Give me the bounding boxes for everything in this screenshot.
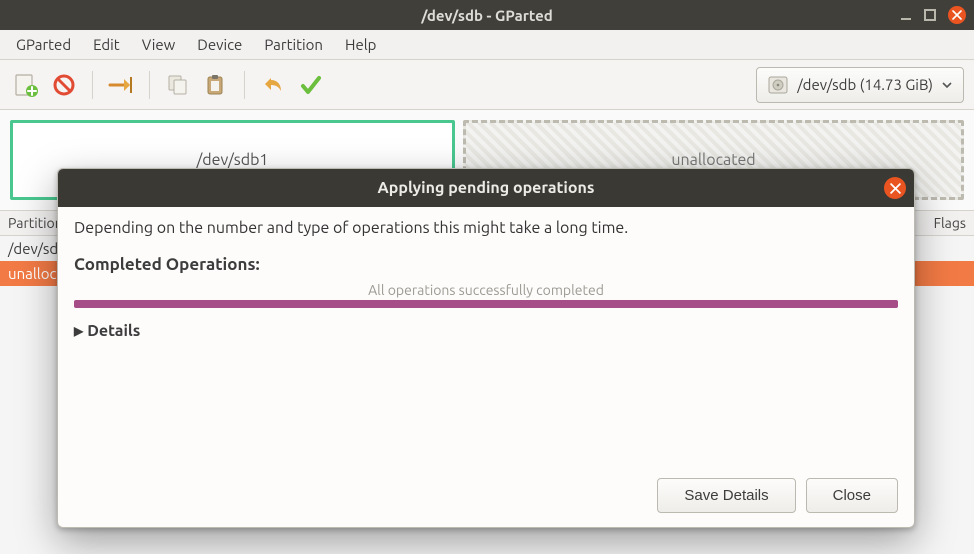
apply-operations-dialog: Applying pending operations Depending on…	[57, 168, 915, 528]
menu-bar: GParted Edit View Device Partition Help	[0, 30, 974, 60]
window-controls	[900, 6, 966, 24]
device-selector[interactable]: /dev/sdb (14.73 GiB)	[756, 67, 964, 103]
paste-icon[interactable]	[200, 69, 232, 101]
menu-partition[interactable]: Partition	[254, 32, 333, 57]
toolbar-separator	[149, 71, 150, 99]
new-partition-icon[interactable]	[10, 69, 42, 101]
status-text: All operations successfully completed	[74, 282, 898, 298]
menu-edit[interactable]: Edit	[83, 32, 130, 57]
menu-gparted[interactable]: GParted	[6, 32, 81, 57]
details-label: Details	[87, 322, 140, 340]
dialog-titlebar: Applying pending operations	[58, 169, 914, 207]
copy-icon[interactable]	[162, 69, 194, 101]
col-partition[interactable]: Partition	[8, 215, 63, 231]
menu-view[interactable]: View	[132, 32, 186, 57]
delete-partition-icon[interactable]	[48, 69, 80, 101]
chevron-down-icon	[941, 79, 953, 91]
close-window-button[interactable]	[948, 6, 966, 24]
dialog-close-button[interactable]	[884, 177, 906, 199]
undo-icon[interactable]	[257, 69, 289, 101]
dialog-footer: Save Details Close	[58, 464, 914, 527]
window-title: /dev/sdb - GParted	[0, 7, 974, 24]
dialog-note: Depending on the number and type of oper…	[74, 219, 898, 237]
toolbar-separator	[92, 71, 93, 99]
window-titlebar: /dev/sdb - GParted	[0, 0, 974, 30]
partition-primary-label: /dev/sdb1	[197, 151, 269, 169]
minimize-button[interactable]	[900, 9, 912, 21]
menu-help[interactable]: Help	[335, 32, 386, 57]
progress-bar-fill	[74, 300, 898, 308]
toolbar: /dev/sdb (14.73 GiB)	[0, 60, 974, 110]
save-details-button[interactable]: Save Details	[657, 478, 795, 513]
toolbar-separator	[244, 71, 245, 99]
menu-device[interactable]: Device	[187, 32, 252, 57]
triangle-right-icon: ▶	[74, 324, 83, 338]
resize-icon[interactable]	[105, 69, 137, 101]
progress-bar	[74, 300, 898, 308]
dialog-title: Applying pending operations	[378, 179, 595, 197]
close-button[interactable]: Close	[806, 478, 898, 513]
harddisk-icon	[767, 74, 789, 96]
apply-icon[interactable]	[295, 69, 327, 101]
maximize-button[interactable]	[924, 9, 936, 21]
partition-unallocated-label: unallocated	[671, 151, 755, 169]
details-expander[interactable]: ▶ Details	[74, 322, 898, 340]
completed-heading: Completed Operations:	[74, 255, 898, 274]
device-label: /dev/sdb (14.73 GiB)	[797, 76, 933, 93]
